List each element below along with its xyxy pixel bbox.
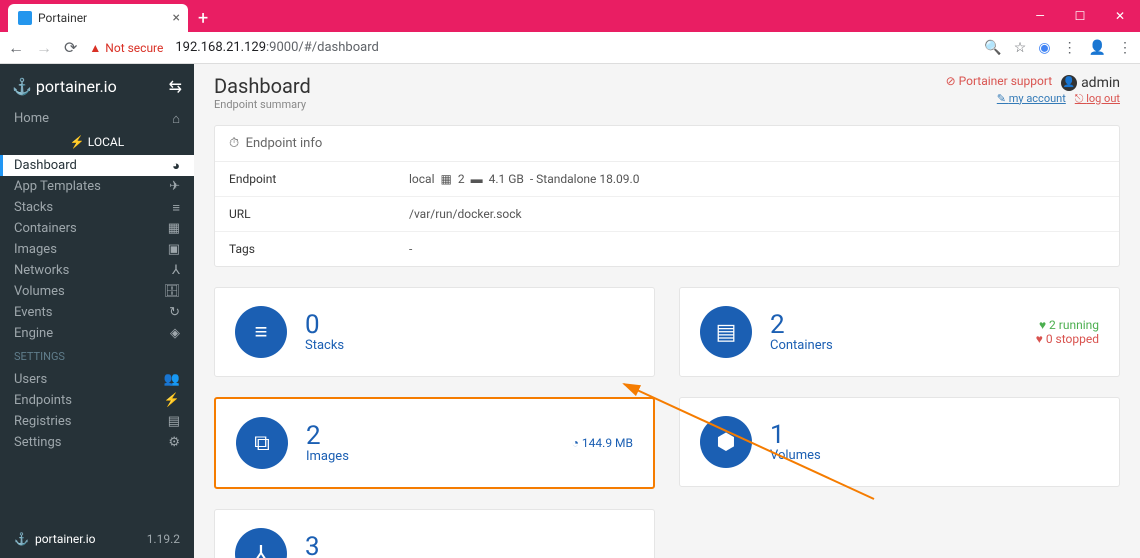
support-link[interactable]: ⊘ Portainer support <box>946 74 1053 88</box>
stacks-card[interactable]: ≡ 0 Stacks <box>214 287 655 377</box>
favicon-icon <box>18 11 32 25</box>
reload-button[interactable]: ⟳ <box>64 38 77 57</box>
volumes-card[interactable]: ⬢ 1 Volumes <box>679 397 1120 487</box>
sidebar-item-settings[interactable]: Settings⚙ <box>0 432 194 453</box>
sidebar-item-engine[interactable]: Engine◈ <box>0 323 194 344</box>
sidebar-item-users[interactable]: Users👥 <box>0 369 194 390</box>
collapse-icon[interactable]: ⇆ <box>169 77 182 96</box>
maximize-button[interactable]: ☐ <box>1060 0 1100 32</box>
sidebar-item-images[interactable]: Images▣ <box>0 239 194 260</box>
volumes-card-icon: ⬢ <box>700 416 752 468</box>
sidebar-item-registries[interactable]: Registries▤ <box>0 411 194 432</box>
stacks-icon: ≡ <box>172 200 180 216</box>
logo[interactable]: ⚓portainer.io ⇆ <box>0 64 194 108</box>
main-content: Dashboard Endpoint summary ⊘ Portainer s… <box>194 64 1140 558</box>
sidebar-group-local: ⚡ LOCAL <box>0 129 194 155</box>
window-controls: — ☐ ✕ <box>1020 0 1140 32</box>
endpoint-row: Endpoint local ▦2 ▬4.1 GB - Standalone 1… <box>215 162 1119 197</box>
sidebar-item-home[interactable]: Home⌂ <box>0 108 194 129</box>
tab-title: Portainer <box>38 11 87 25</box>
gauge-icon: ⏱ <box>229 136 239 151</box>
close-window-button[interactable]: ✕ <box>1100 0 1140 32</box>
sidebar-item-events[interactable]: Events↻ <box>0 302 194 323</box>
sidebar-item-volumes[interactable]: Volumes🗄 <box>0 281 194 302</box>
sidebar-item-networks[interactable]: Networks⅄ <box>0 260 194 281</box>
user-icon: 👤 <box>1061 75 1077 91</box>
registries-icon: ▤ <box>168 414 180 429</box>
menu-icon[interactable]: ⋮ <box>1063 40 1077 56</box>
star-icon[interactable]: ☆ <box>1014 40 1027 56</box>
window-titlebar: Portainer × + — ☐ ✕ <box>0 0 1140 32</box>
networks-icon: ⅄ <box>172 263 180 278</box>
containers-icon: ▦ <box>168 221 180 236</box>
images-size: ◔ 144.9 MB <box>572 436 633 450</box>
browser-tab[interactable]: Portainer × <box>8 4 188 32</box>
engine-icon: ◈ <box>170 326 180 341</box>
plug-icon: ⚡ <box>164 393 180 408</box>
images-card[interactable]: ⧉ 2 Images ◔ 144.9 MB <box>214 397 655 489</box>
address-bar: ← → ⟳ ▲ Not secure 192.168.21.129:9000/#… <box>0 32 1140 64</box>
zoom-icon[interactable]: 🔍 <box>984 40 1001 56</box>
ram-icon: ▬ <box>471 172 483 186</box>
user-menu[interactable]: 👤admin <box>1061 75 1120 91</box>
back-button[interactable]: ← <box>8 38 24 58</box>
logo-icon: ⚓ <box>12 77 32 96</box>
networks-card-icon: ⅄ <box>235 528 287 558</box>
extension-icon[interactable]: ◉ <box>1038 40 1050 56</box>
containers-card-icon: ▤ <box>700 306 752 358</box>
cpu-icon: ▦ <box>441 172 452 186</box>
sidebar: ⚓portainer.io ⇆ Home⌂ ⚡ LOCAL Dashboard◕… <box>0 64 194 558</box>
avatar-icon[interactable]: 👤 <box>1089 40 1106 56</box>
volumes-icon: 🗄 <box>163 284 180 299</box>
dashboard-icon: ◕ <box>172 158 180 174</box>
running-stat: ♥ 2 running <box>1036 318 1099 332</box>
images-card-icon: ⧉ <box>236 417 288 469</box>
panel-header: ⏱ Endpoint info <box>215 126 1119 162</box>
home-icon: ⌂ <box>172 111 180 127</box>
networks-card[interactable]: ⅄ 3 Networks <box>214 509 655 558</box>
version: 1.19.2 <box>147 532 180 546</box>
new-tab-button[interactable]: + <box>198 8 208 29</box>
containers-card[interactable]: ▤ 2 Containers ♥ 2 running ♥ 0 stopped <box>679 287 1120 377</box>
sidebar-item-endpoints[interactable]: Endpoints⚡ <box>0 390 194 411</box>
sidebar-item-dashboard[interactable]: Dashboard◕ <box>0 155 194 176</box>
not-secure-badge[interactable]: ▲ Not secure <box>89 41 163 55</box>
templates-icon: ✈ <box>169 179 180 194</box>
footer-logo-icon: ⚓ <box>14 532 29 546</box>
page-subtitle: Endpoint summary <box>214 98 311 111</box>
stacks-card-icon: ≡ <box>235 306 287 358</box>
kebab-icon[interactable]: ⋮ <box>1118 40 1132 56</box>
images-icon: ▣ <box>168 242 180 257</box>
sidebar-item-containers[interactable]: Containers▦ <box>0 218 194 239</box>
url-row: URL /var/run/docker.sock <box>215 197 1119 232</box>
page-title: Dashboard <box>214 74 311 98</box>
my-account-link[interactable]: ✎ my account <box>997 92 1066 105</box>
sidebar-settings-header: SETTINGS <box>0 344 194 369</box>
forward-button[interactable]: → <box>36 38 52 58</box>
tags-row: Tags - <box>215 232 1119 266</box>
logout-link[interactable]: ⎋ log out <box>1075 92 1120 105</box>
gear-icon: ⚙ <box>168 435 180 450</box>
tab-close-icon[interactable]: × <box>173 10 180 26</box>
users-icon: 👥 <box>164 372 180 387</box>
endpoint-info-panel: ⏱ Endpoint info Endpoint local ▦2 ▬4.1 G… <box>214 125 1120 267</box>
url-field[interactable]: 192.168.21.129:9000/#/dashboard <box>175 40 972 55</box>
minimize-button[interactable]: — <box>1020 0 1060 32</box>
sidebar-footer: ⚓ portainer.io 1.19.2 <box>0 520 194 558</box>
sidebar-item-stacks[interactable]: Stacks≡ <box>0 197 194 218</box>
sidebar-item-app-templates[interactable]: App Templates✈ <box>0 176 194 197</box>
events-icon: ↻ <box>169 305 180 320</box>
stopped-stat: ♥ 0 stopped <box>1036 332 1099 346</box>
